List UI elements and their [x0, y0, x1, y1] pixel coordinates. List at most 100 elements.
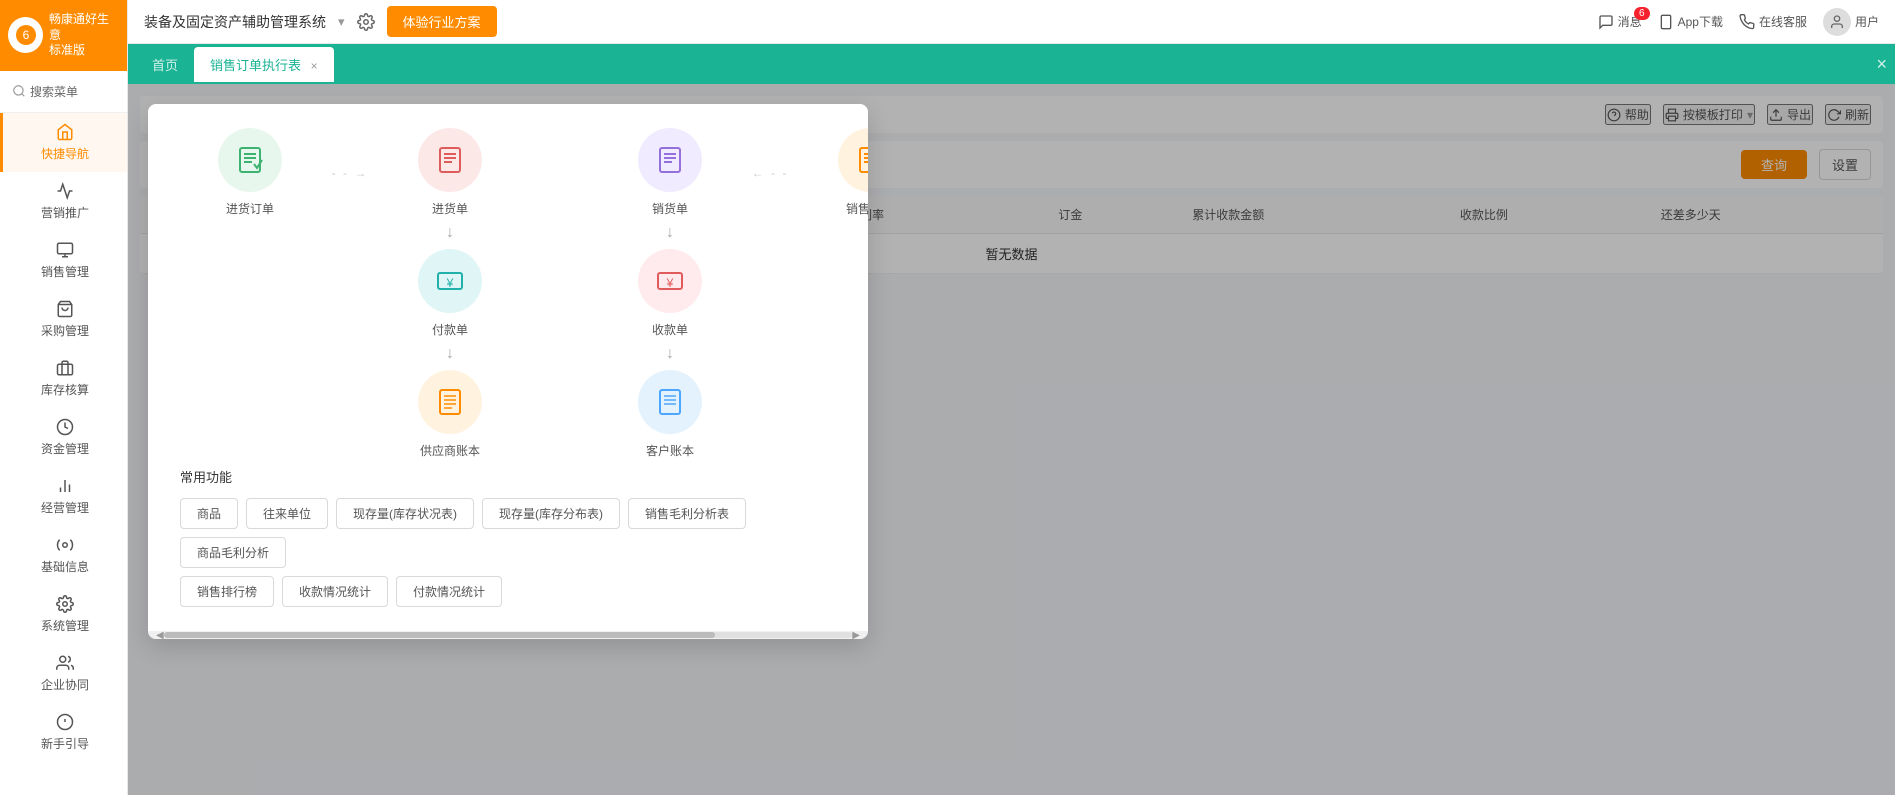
message-icon [1598, 14, 1614, 30]
flow-diagram: 进货订单 - - → 进货单 [180, 128, 836, 459]
settings-icon[interactable] [357, 13, 375, 31]
tab-sales-order-label: 销售订单执行表 [210, 58, 301, 73]
sidebar-label-sales: 销售管理 [41, 263, 89, 280]
sidebar-item-inventory[interactable]: 库存核算 [0, 349, 127, 408]
system-icon [56, 595, 74, 613]
sidebar-item-finance[interactable]: 资金管理 [0, 408, 127, 467]
customer-ledger-circle [638, 370, 702, 434]
scrollbar-thumb[interactable] [164, 632, 715, 638]
tab-home[interactable]: 首页 [136, 47, 194, 82]
app-download-label: App下载 [1678, 13, 1723, 30]
online-service-action[interactable]: 在线客服 [1739, 13, 1807, 30]
func-btn-inventory-status[interactable]: 现存量(库存状况表) [336, 498, 474, 529]
message-action[interactable]: 消息 6 [1598, 13, 1642, 30]
sidebar-label-quick-nav: 快捷导航 [41, 145, 89, 162]
flow-node-payment-bill[interactable]: ¥ 付款单 [418, 249, 482, 338]
search-menu-button[interactable]: 搜索菜单 [8, 79, 119, 104]
operations-icon [56, 477, 74, 495]
logo-icon: 6 [8, 17, 43, 53]
supplier-ledger-circle [418, 370, 482, 434]
flow-node-sales-order[interactable]: 销售订单 [838, 128, 868, 217]
logo-text: 畅康通好生意 标准版 [49, 12, 119, 59]
tab-home-label: 首页 [152, 58, 178, 73]
receipt-bill-icon: ¥ [654, 265, 686, 297]
sidebar-item-guide[interactable]: 新手引导 [0, 703, 127, 762]
func-btn-expense-stats[interactable]: 付款情况统计 [396, 576, 502, 607]
common-functions-section: 常用功能 商品 往来单位 现存量(库存状况表) 现存量(库存分布表) 销售毛利分… [180, 467, 836, 607]
sales-icon [56, 241, 74, 259]
topbar-dropdown-arrow[interactable]: ▾ [338, 14, 345, 30]
flow-node-receipt-bill[interactable]: ¥ 收款单 [638, 249, 702, 338]
payment-bill-label: 付款单 [432, 321, 468, 338]
svg-text:¥: ¥ [666, 276, 674, 290]
sidebar-navigation: 快捷导航 营销推广 销售管理 采购管理 库存核算 资金管理 [0, 113, 127, 795]
payment-bill-icon: ¥ [434, 265, 466, 297]
func-btn-goods-profit[interactable]: 商品毛利分析 [180, 537, 286, 568]
tab-close-icon[interactable]: × [311, 59, 318, 73]
sidebar-item-cooperation[interactable]: 企业协同 [0, 644, 127, 703]
sidebar-item-marketing[interactable]: 营销推广 [0, 172, 127, 231]
avatar [1823, 8, 1851, 36]
popup-scrollbar[interactable]: ◀ ▶ [148, 631, 868, 639]
scrollbar-right-arrow[interactable]: ▶ [852, 630, 860, 640]
overlay[interactable]: 进货订单 - - → 进货单 [128, 84, 1895, 795]
app-download-action[interactable]: App下载 [1658, 13, 1723, 30]
func-btn-goods[interactable]: 商品 [180, 498, 238, 529]
sidebar-item-sales[interactable]: 销售管理 [0, 231, 127, 290]
func-btn-payment-stats[interactable]: 收款情况统计 [282, 576, 388, 607]
download-icon [1658, 14, 1674, 30]
sidebar-item-purchase[interactable]: 采购管理 [0, 290, 127, 349]
sidebar-label-base-info: 基础信息 [41, 558, 89, 575]
user-action[interactable]: 用户 [1823, 8, 1879, 36]
online-service-label: 在线客服 [1759, 13, 1807, 30]
sidebar-item-quick-nav[interactable]: 快捷导航 [0, 113, 127, 172]
home-icon [56, 123, 74, 141]
sidebar-label-guide: 新手引导 [41, 735, 89, 752]
receipt-bill-circle: ¥ [638, 249, 702, 313]
flow-node-purchase-bill[interactable]: 进货单 [418, 128, 482, 217]
flow-node-customer-ledger[interactable]: 客户账本 [638, 370, 702, 459]
func-btn-inventory-dist[interactable]: 现存量(库存分布表) [482, 498, 620, 529]
system-title: 装备及固定资产辅助管理系统 [144, 12, 326, 32]
flow-node-supplier-ledger[interactable]: 供应商账本 [418, 370, 482, 459]
try-solution-button[interactable]: 体验行业方案 [387, 6, 497, 37]
tab-sales-order[interactable]: 销售订单执行表 × [194, 47, 334, 82]
tabs-close-all-button[interactable]: × [1876, 55, 1887, 73]
user-label: 用户 [1855, 13, 1879, 30]
customer-ledger-icon [654, 386, 686, 418]
common-functions-title: 常用功能 [180, 467, 836, 486]
cooperation-icon [56, 654, 74, 672]
sidebar-item-base-info[interactable]: 基础信息 [0, 526, 127, 585]
arrow-purchase-to-bill: - - → [332, 166, 369, 180]
sidebar-item-system[interactable]: 系统管理 [0, 585, 127, 644]
payment-bill-circle: ¥ [418, 249, 482, 313]
user-icon [1829, 14, 1845, 30]
finance-icon [56, 418, 74, 436]
purchase-bill-label: 进货单 [432, 200, 468, 217]
arrow-down-receipt: ↓ [666, 346, 674, 362]
sidebar-item-operations[interactable]: 经营管理 [0, 467, 127, 526]
sales-order-circle [838, 128, 868, 192]
purchase-icon [56, 300, 74, 318]
flow-node-purchase-order[interactable]: 进货订单 [218, 128, 282, 217]
receipt-bill-label: 收款单 [652, 321, 688, 338]
supplier-ledger-icon [434, 386, 466, 418]
flow-node-sales-bill[interactable]: 销货单 [638, 128, 702, 217]
func-btn-sales-rank[interactable]: 销售排行榜 [180, 576, 274, 607]
func-btn-sales-profit[interactable]: 销售毛利分析表 [628, 498, 746, 529]
service-icon [1739, 14, 1755, 30]
sidebar-label-inventory: 库存核算 [41, 381, 89, 398]
sidebar-label-finance: 资金管理 [41, 440, 89, 457]
svg-text:¥: ¥ [446, 276, 454, 290]
func-btn-partners[interactable]: 往来单位 [246, 498, 328, 529]
sales-bill-icon [654, 144, 686, 176]
purchase-order-label: 进货订单 [226, 200, 274, 217]
sidebar-label-system: 系统管理 [41, 617, 89, 634]
purchase-bill-circle [418, 128, 482, 192]
sidebar: 6 畅康通好生意 标准版 搜索菜单 快捷导航 营销推广 [0, 0, 128, 795]
inventory-icon [56, 359, 74, 377]
sidebar-logo: 6 畅康通好生意 标准版 [0, 0, 127, 71]
purchase-order-circle [218, 128, 282, 192]
scrollbar-left-arrow[interactable]: ◀ [156, 630, 164, 640]
arrow-down-sales-bill: ↓ [666, 225, 674, 241]
